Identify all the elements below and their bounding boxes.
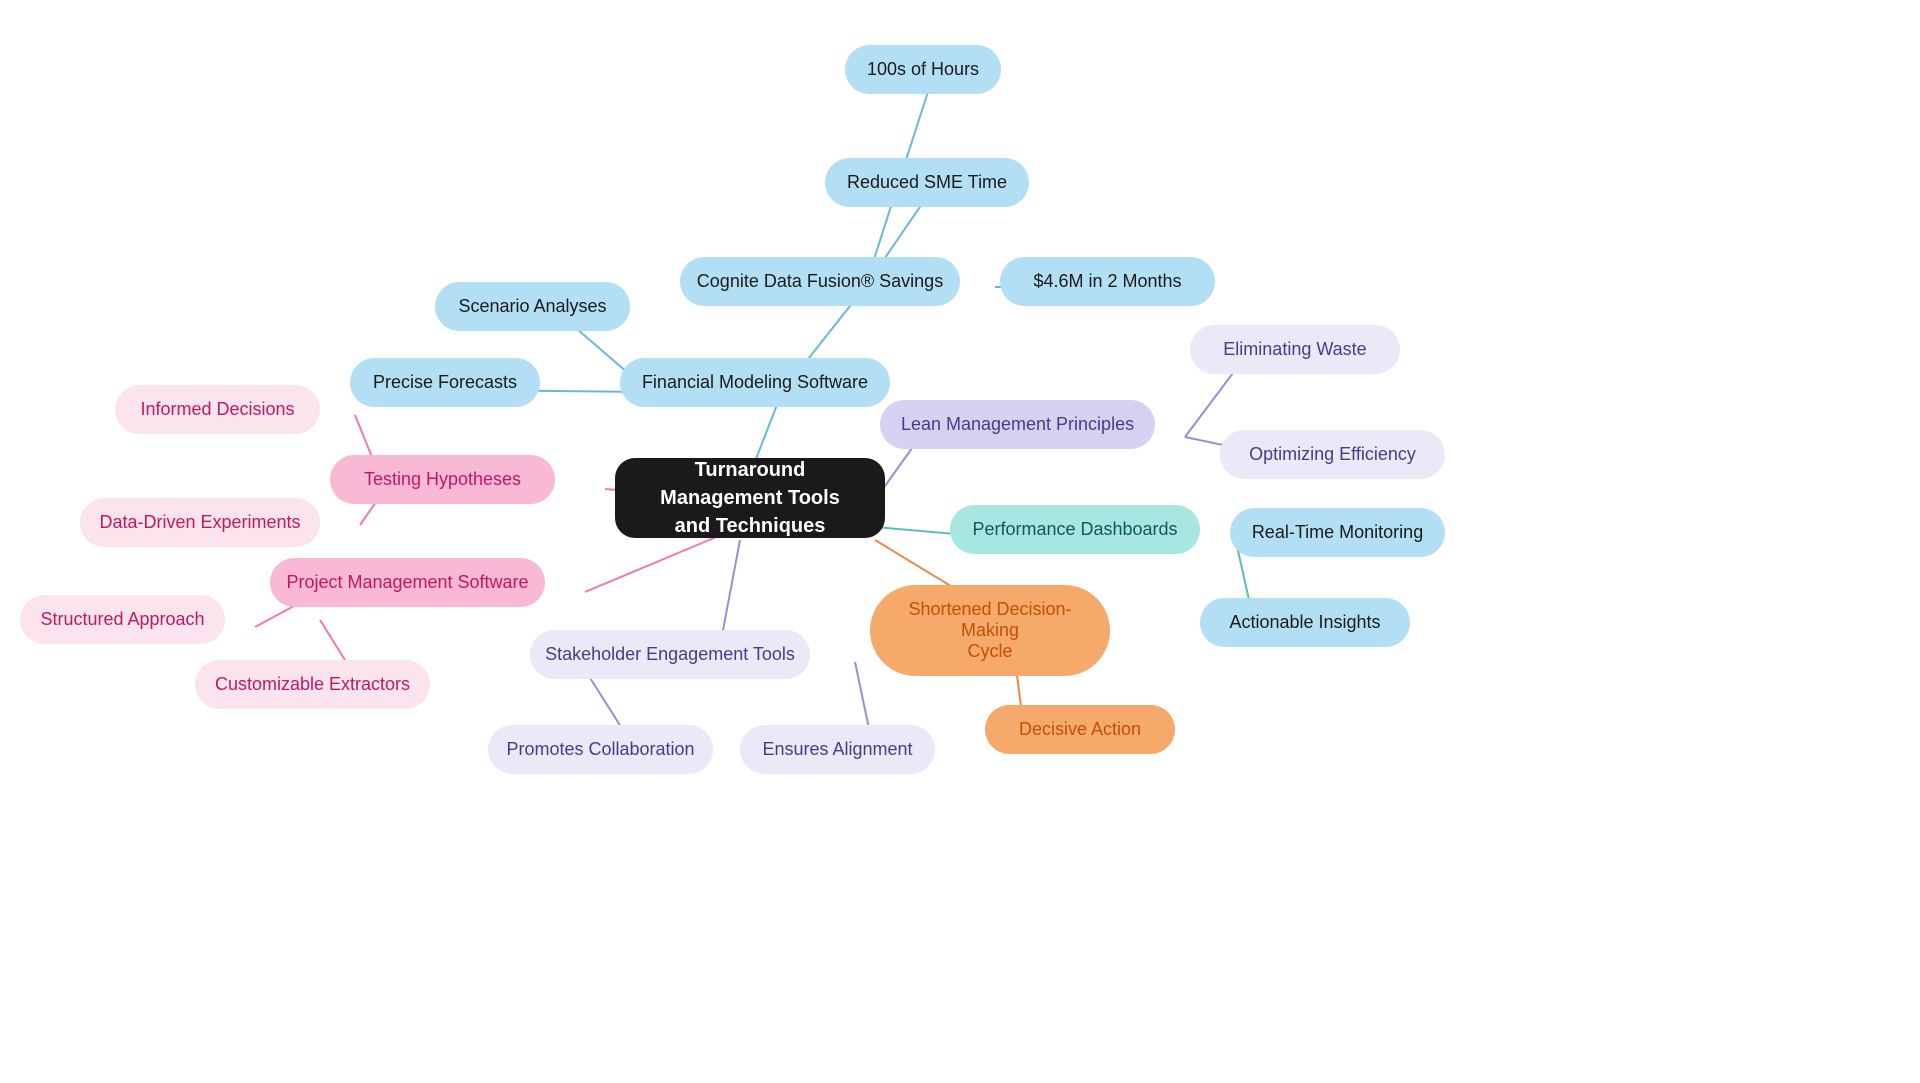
ensures-node: Ensures Alignment	[740, 725, 935, 774]
shortened-node: Shortened Decision-MakingCycle	[870, 585, 1110, 676]
promotes-node: Promotes Collaboration	[488, 725, 713, 774]
realtime-node: Real-Time Monitoring	[1230, 508, 1445, 557]
precise-node: Precise Forecasts	[350, 358, 540, 407]
data-driven-node: Data-Driven Experiments	[80, 498, 320, 547]
eliminating-node: Eliminating Waste	[1190, 325, 1400, 374]
customizable-node: Customizable Extractors	[195, 660, 430, 709]
testing-node: Testing Hypotheses	[330, 455, 555, 504]
cognite-node: Cognite Data Fusion® Savings	[680, 257, 960, 306]
hundreds-hours-node: 100s of Hours	[845, 45, 1001, 94]
four6m-node: $4.6M in 2 Months	[1000, 257, 1215, 306]
decisive-node: Decisive Action	[985, 705, 1175, 754]
performance-node: Performance Dashboards	[950, 505, 1200, 554]
actionable-node: Actionable Insights	[1200, 598, 1410, 647]
financial-node: Financial Modeling Software	[620, 358, 890, 407]
stakeholder-node: Stakeholder Engagement Tools	[530, 630, 810, 679]
structured-node: Structured Approach	[20, 595, 225, 644]
reduced-sme-node: Reduced SME Time	[825, 158, 1029, 207]
lean-node: Lean Management Principles	[880, 400, 1155, 449]
scenario-node: Scenario Analyses	[435, 282, 630, 331]
center-node: Turnaround Management Toolsand Technique…	[615, 458, 885, 538]
informed-node: Informed Decisions	[115, 385, 320, 434]
project-node: Project Management Software	[270, 558, 545, 607]
optimizing-node: Optimizing Efficiency	[1220, 430, 1445, 479]
